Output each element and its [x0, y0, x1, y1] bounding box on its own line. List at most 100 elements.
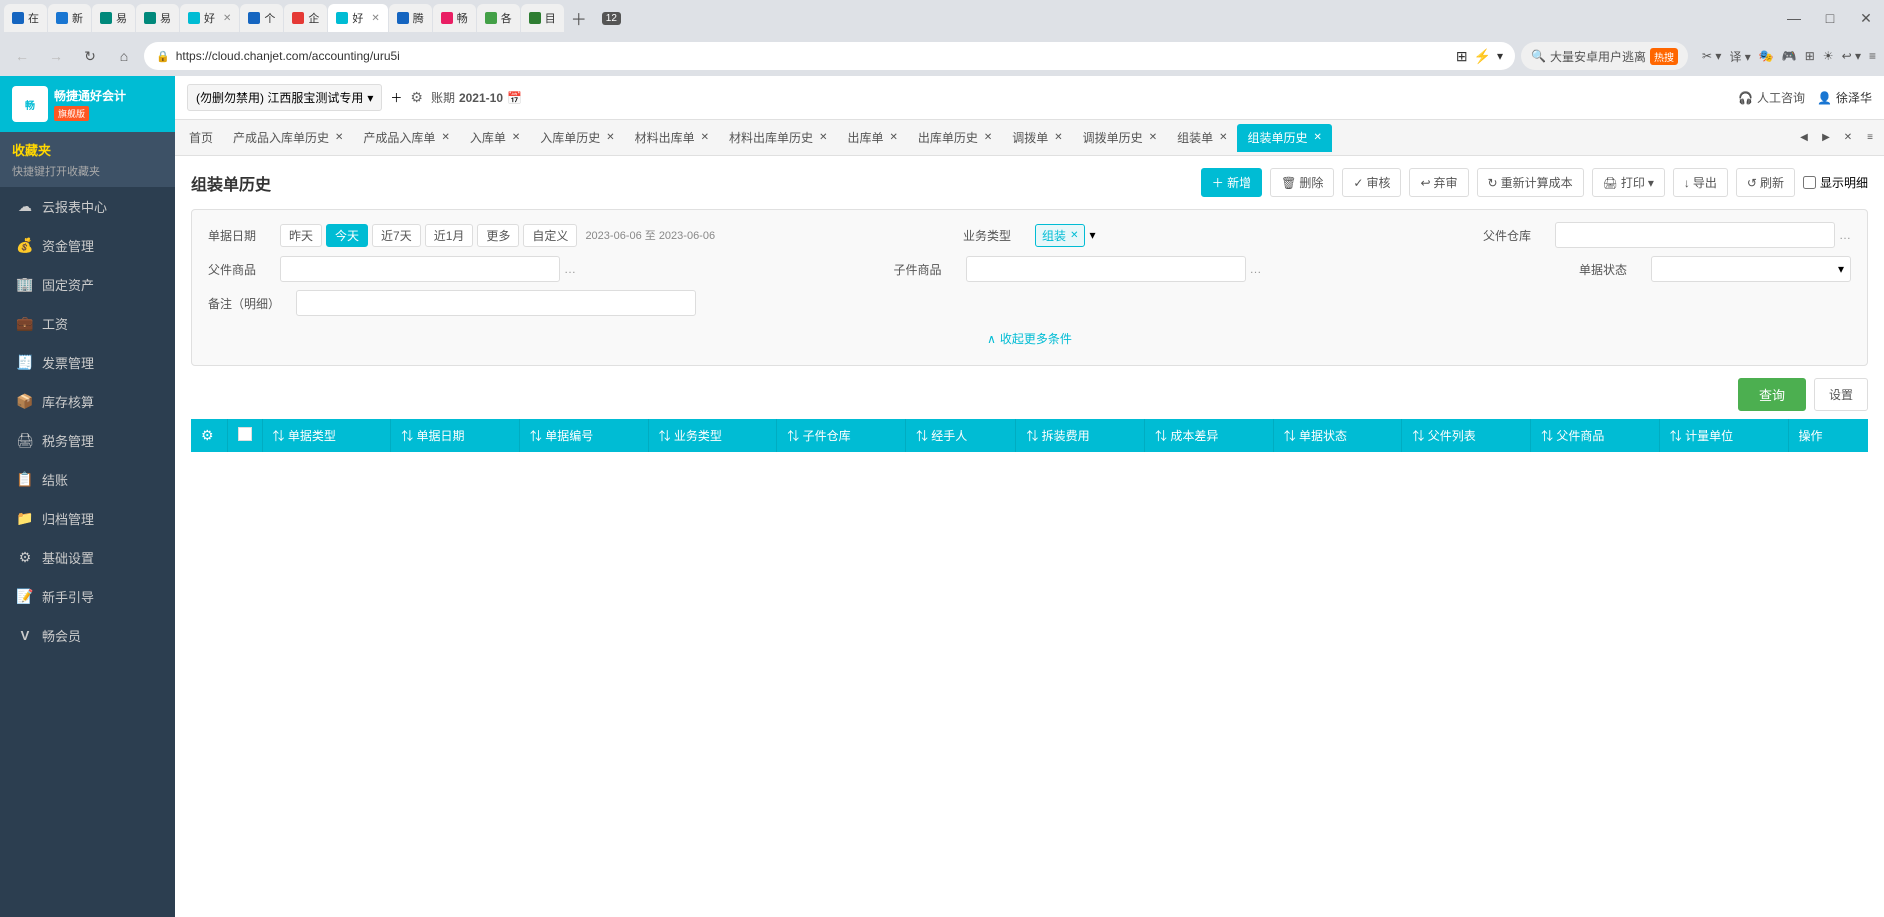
page-tab-transfer[interactable]: 调拨单 ✕: [1002, 124, 1072, 152]
sort-icon[interactable]: ⇅: [1412, 429, 1424, 443]
show-detail-label[interactable]: 显示明细: [1803, 174, 1868, 191]
delete-button[interactable]: 🗑 删除: [1270, 168, 1334, 197]
sidebar-item-member[interactable]: V 畅会员: [0, 616, 175, 655]
page-tab-assemble[interactable]: 组装单 ✕: [1167, 124, 1237, 152]
page-tab-produce-in-history[interactable]: 产成品入库单历史 ✕: [223, 124, 353, 152]
page-tab-assemble-history[interactable]: 组装单历史 ✕: [1237, 124, 1331, 152]
sort-icon[interactable]: ⇅: [273, 429, 285, 443]
date-1month-btn[interactable]: 近1月: [425, 224, 474, 247]
sidebar-item-asset[interactable]: 🏢 固定资产: [0, 265, 175, 304]
date-custom-btn[interactable]: 自定义: [523, 224, 577, 247]
biz-type-tag-close[interactable]: ✕: [1070, 230, 1078, 241]
review-button[interactable]: ✓ 审核: [1342, 168, 1401, 197]
sort-icon[interactable]: ⇅: [1541, 429, 1553, 443]
table-col-settings[interactable]: ⚙: [191, 419, 227, 452]
sidebar-item-tax[interactable]: 🖨 税务管理: [0, 421, 175, 460]
table-col-checkbox[interactable]: [227, 419, 262, 452]
game-tool[interactable]: 🎮: [1782, 49, 1797, 63]
refresh-button[interactable]: ↻: [76, 42, 104, 70]
tab-close-current[interactable]: ✕: [1838, 128, 1858, 148]
add-company-btn[interactable]: ＋: [390, 89, 402, 106]
sort-icon[interactable]: ⇅: [530, 429, 542, 443]
refresh-page-button[interactable]: ↺ 刷新: [1736, 168, 1795, 197]
sort-icon[interactable]: ⇅: [1026, 429, 1038, 443]
sort-icon[interactable]: ⇅: [1155, 429, 1167, 443]
page-tab-close-material-out[interactable]: ✕: [701, 132, 709, 143]
page-tab-transfer-history[interactable]: 调拨单历史 ✕: [1073, 124, 1167, 152]
sidebar-item-guide[interactable]: 📝 新手引导: [0, 577, 175, 616]
grid-tool[interactable]: ⊞: [1805, 49, 1815, 63]
table-select-all-checkbox[interactable]: [238, 427, 252, 441]
page-tab-close-assemble-history[interactable]: ✕: [1314, 132, 1322, 143]
page-tab-close-material-out-history[interactable]: ✕: [819, 132, 827, 143]
page-tab-close-produce-in-history[interactable]: ✕: [335, 132, 343, 143]
sort-icon[interactable]: ⇅: [1284, 429, 1296, 443]
parent-goods-input[interactable]: [280, 256, 560, 282]
sidebar-item-finance[interactable]: 💰 资金管理: [0, 226, 175, 265]
win-close[interactable]: ✕: [1852, 4, 1880, 32]
parent-warehouse-input[interactable]: [1555, 222, 1835, 248]
page-tab-out-bill-history[interactable]: 出库单历史 ✕: [908, 124, 1002, 152]
print-button[interactable]: 🖨 打印 ▾: [1592, 168, 1665, 197]
emoji-tool[interactable]: 🎭: [1759, 49, 1774, 63]
back-button[interactable]: ←: [8, 42, 36, 70]
sort-icon[interactable]: ⇅: [659, 429, 671, 443]
page-tab-material-out[interactable]: 材料出库单 ✕: [625, 124, 719, 152]
menu-tool[interactable]: ≡: [1869, 49, 1876, 63]
sun-tool[interactable]: ☀: [1823, 49, 1834, 63]
collapse-bar[interactable]: ∧ 收起更多条件: [208, 324, 1851, 353]
page-tab-close-out-bill-history[interactable]: ✕: [984, 132, 992, 143]
browser-tab-6[interactable]: 个: [240, 4, 283, 32]
page-tab-close-out-bill[interactable]: ✕: [889, 132, 897, 143]
browser-tab-2[interactable]: 新: [48, 4, 91, 32]
sort-icon[interactable]: ⇅: [401, 429, 413, 443]
sub-goods-input[interactable]: [966, 256, 1246, 282]
chevron-down-icon[interactable]: ▾: [1497, 49, 1503, 63]
date-more-btn[interactable]: 更多: [477, 224, 519, 247]
add-button[interactable]: ＋ 新增: [1201, 168, 1262, 197]
biz-type-dropdown-icon[interactable]: ▾: [1089, 228, 1095, 242]
calendar-icon[interactable]: 📅: [507, 91, 522, 105]
forward-button[interactable]: →: [42, 42, 70, 70]
table-settings-icon[interactable]: ⚙: [201, 427, 214, 443]
date-7days-btn[interactable]: 近7天: [372, 224, 421, 247]
topbar-settings-icon[interactable]: ⚙: [410, 89, 423, 106]
undo-tool[interactable]: ↩ ▾: [1842, 49, 1861, 63]
service-button[interactable]: 🎧 人工咨询: [1738, 89, 1805, 106]
scissors-tool[interactable]: ✂ ▾: [1702, 49, 1721, 63]
browser-tab-4[interactable]: 易: [136, 4, 179, 32]
tab-scroll-right[interactable]: ▶: [1816, 128, 1836, 148]
browser-tab-1[interactable]: 在: [4, 4, 47, 32]
sidebar-item-report[interactable]: ☁ 云报表中心: [0, 187, 175, 226]
tab-close-5[interactable]: ✕: [223, 13, 231, 24]
search-box[interactable]: 🔍 大量安卓用户逃离 热搜: [1521, 42, 1688, 70]
browser-tab-5[interactable]: 好 ✕: [180, 4, 239, 32]
browser-tab-3[interactable]: 易: [92, 4, 135, 32]
page-tab-close-assemble[interactable]: ✕: [1219, 132, 1227, 143]
tab-close-8[interactable]: ✕: [371, 13, 379, 24]
browser-tab-7[interactable]: 企: [284, 4, 327, 32]
sidebar-item-salary[interactable]: 💼 工资: [0, 304, 175, 343]
recalc-button[interactable]: ↻ 重新计算成本: [1477, 168, 1584, 197]
sort-icon[interactable]: ⇅: [1670, 429, 1682, 443]
sort-icon[interactable]: ⇅: [916, 429, 928, 443]
page-tab-close-in-bill[interactable]: ✕: [512, 132, 520, 143]
date-yesterday-btn[interactable]: 昨天: [280, 224, 322, 247]
address-input[interactable]: 🔒 https://cloud.chanjet.com/accounting/u…: [144, 42, 1515, 70]
new-tab-button[interactable]: ＋: [565, 4, 593, 32]
date-today-btn[interactable]: 今天: [326, 224, 368, 247]
sub-goods-more-icon[interactable]: …: [1250, 262, 1262, 276]
sidebar-item-inventory[interactable]: 📦 库存核算: [0, 382, 175, 421]
show-detail-checkbox[interactable]: [1803, 176, 1816, 189]
page-tab-produce-in[interactable]: 产成品入库单 ✕: [353, 124, 459, 152]
sort-icon[interactable]: ⇅: [787, 429, 799, 443]
export-button[interactable]: ↓ 导出: [1673, 168, 1728, 197]
page-tab-close-transfer[interactable]: ✕: [1054, 132, 1062, 143]
remark-input[interactable]: [296, 290, 696, 316]
sidebar-item-invoice[interactable]: 🧾 发票管理: [0, 343, 175, 382]
sidebar-favorites[interactable]: 收藏夹 快捷键打开收藏夹: [0, 132, 175, 187]
page-tab-close-produce-in[interactable]: ✕: [441, 132, 449, 143]
page-tab-close-in-bill-history[interactable]: ✕: [606, 132, 614, 143]
settings-filter-button[interactable]: 设置: [1814, 378, 1868, 411]
abandon-button[interactable]: ↩ 弃审: [1409, 168, 1468, 197]
